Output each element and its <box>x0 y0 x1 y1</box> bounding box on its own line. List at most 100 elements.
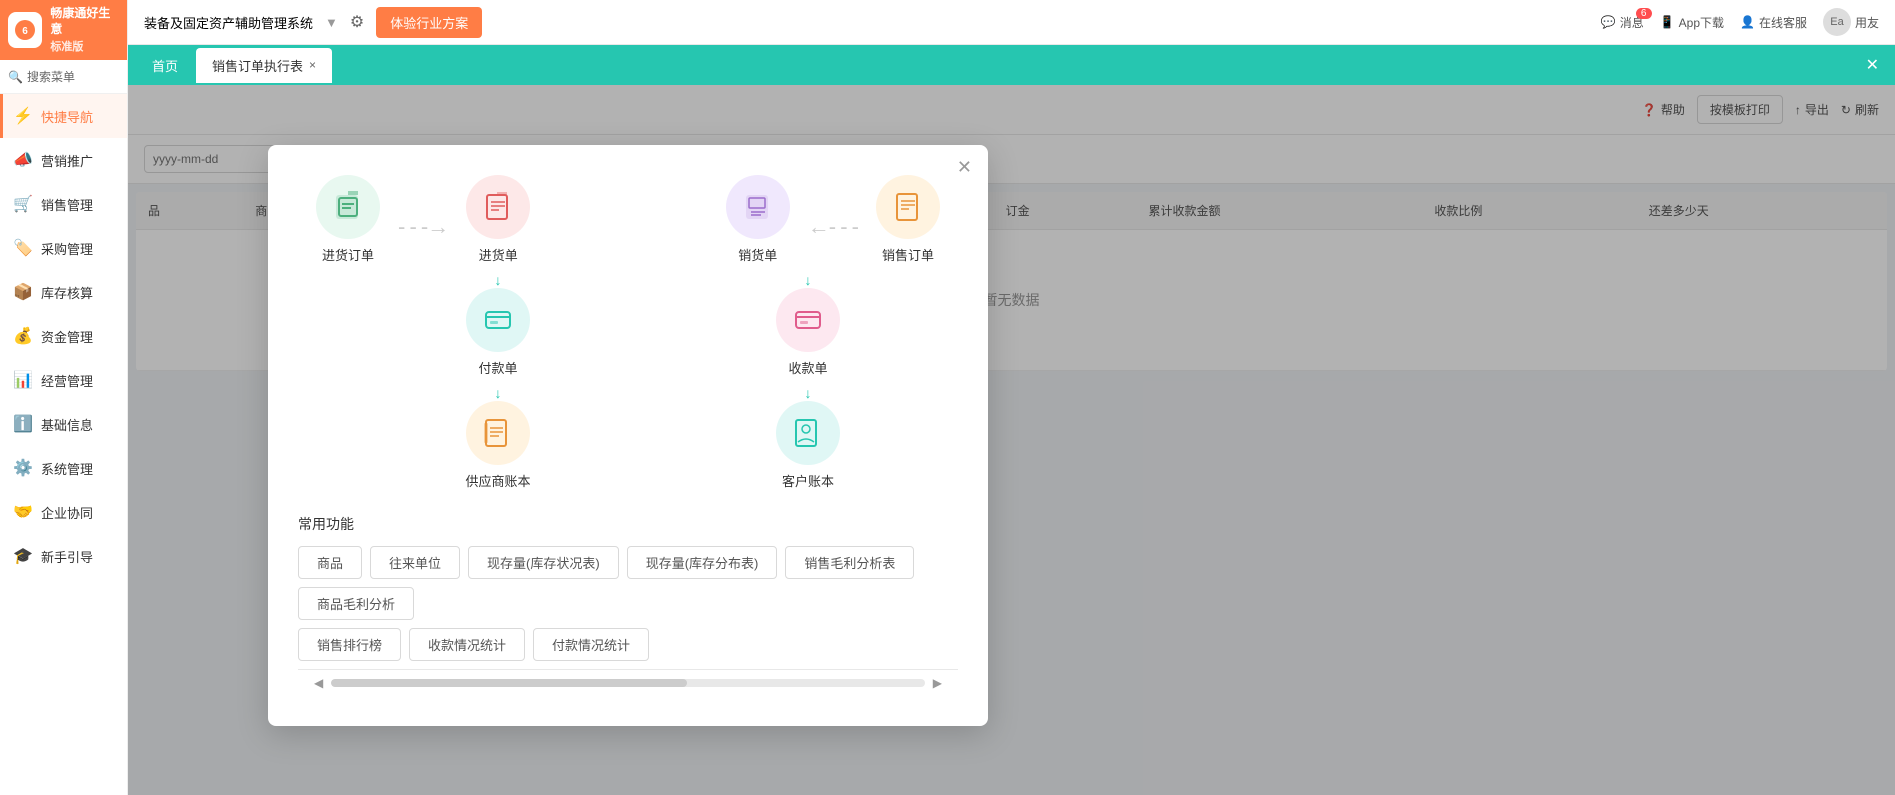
search-label: 搜索菜单 <box>27 68 75 85</box>
online-service-btn[interactable]: 👤 在线客服 <box>1740 14 1807 31</box>
online-service-label: 在线客服 <box>1759 14 1807 31</box>
modal-overlay[interactable]: ✕ 进货订单 <box>128 85 1895 795</box>
node-purchase-bill[interactable]: 进货单 <box>448 175 548 264</box>
receipt-bill-circle <box>776 288 840 352</box>
customer-ledger-circle <box>776 401 840 465</box>
sidebar-item-label: 销售管理 <box>41 195 93 214</box>
app-download-btn[interactable]: 📱 App下载 <box>1660 14 1724 31</box>
sidebar-item-label: 资金管理 <box>41 327 93 346</box>
sidebar-item-label: 快捷导航 <box>41 107 93 126</box>
scroll-thumb <box>331 679 687 687</box>
spacer-5 <box>858 288 958 377</box>
tab-home[interactable]: 首页 <box>136 48 194 83</box>
purchase-bill-circle <box>466 175 530 239</box>
modal-close-btn[interactable]: ✕ <box>957 157 972 178</box>
sidebar-item-label: 系统管理 <box>41 459 93 478</box>
purchase-icon: 🏷️ <box>13 238 33 258</box>
scroll-right-icon[interactable]: ▶ <box>933 676 942 690</box>
sales-order-circle <box>876 175 940 239</box>
sidebar-nav: ⚡ 快捷导航 📣 营销推广 🛒 销售管理 🏷️ 采购管理 📦 库存核算 💰 <box>0 94 127 795</box>
fn-btn-payment-stats[interactable]: 付款情况统计 <box>533 628 649 661</box>
sidebar-item-basic-info[interactable]: ℹ️ 基础信息 <box>0 402 127 446</box>
node-customer-ledger[interactable]: 客户账本 <box>758 401 858 490</box>
fn-btn-goods[interactable]: 商品 <box>298 546 362 579</box>
dropdown-icon[interactable]: ▼ <box>325 15 338 30</box>
scroll-left-icon[interactable]: ◀ <box>314 676 323 690</box>
payment-bill-label: 付款单 <box>478 358 517 377</box>
fn-btn-counterpart[interactable]: 往来单位 <box>370 546 460 579</box>
search-icon: 🔍 <box>8 70 23 84</box>
node-purchase-order[interactable]: 进货订单 <box>298 175 398 264</box>
sidebar-item-enterprise[interactable]: 🤝 企业协同 <box>0 490 127 534</box>
fn-btn-goods-margin[interactable]: 商品毛利分析 <box>298 587 414 620</box>
payment-bill-circle <box>466 288 530 352</box>
trial-button[interactable]: 体验行业方案 <box>376 7 482 38</box>
spacer-2 <box>548 272 758 288</box>
tab-sales-order-label: 销售订单执行表 <box>212 56 303 75</box>
tabbar: 首页 销售订单执行表 × ✕ <box>128 45 1895 85</box>
fn-btn-sales-margin[interactable]: 销售毛利分析表 <box>785 546 914 579</box>
sidebar-item-sales[interactable]: 🛒 销售管理 <box>0 182 127 226</box>
spacer-8 <box>548 401 758 490</box>
fn-btn-sales-rank[interactable]: 销售排行榜 <box>298 628 401 661</box>
inventory-icon: 📦 <box>13 282 33 302</box>
sidebar-item-marketing[interactable]: 📣 营销推广 <box>0 138 127 182</box>
sidebar-item-operations[interactable]: 📊 经营管理 <box>0 358 127 402</box>
fn-btn-receipt-stats[interactable]: 收款情况统计 <box>409 628 525 661</box>
sidebar-item-label: 基础信息 <box>41 415 93 434</box>
purchase-order-label: 进货订单 <box>322 245 374 264</box>
flow-modal: ✕ 进货订单 <box>268 145 988 726</box>
quick-nav-icon: ⚡ <box>13 106 33 126</box>
sidebar-item-purchase[interactable]: 🏷️ 采购管理 <box>0 226 127 270</box>
svg-text:6: 6 <box>22 26 28 37</box>
scroll-bar: ◀ ▶ <box>298 669 958 696</box>
node-sales-order[interactable]: 销售订单 <box>858 175 958 264</box>
arrow-down-receipt: ↓ <box>758 385 858 401</box>
sidebar-search[interactable]: 🔍 搜索菜单 <box>0 60 127 94</box>
spacer-4 <box>548 288 758 377</box>
node-supplier-ledger[interactable]: 供应商账本 <box>448 401 548 490</box>
spacer-7 <box>858 385 958 401</box>
sales-icon: 🛒 <box>13 194 33 214</box>
common-functions-section: 常用功能 商品 往来单位 现存量(库存状况表) 现存量(库存分布表) 销售毛利分… <box>298 514 958 661</box>
sidebar-item-system[interactable]: ⚙️ 系统管理 <box>0 446 127 490</box>
avatar-text: Ea <box>1830 16 1843 28</box>
content-area: ❓ 帮助 按模板打印 ↑ 导出 ↻ 刷新 <box>128 85 1895 795</box>
marketing-icon: 📣 <box>13 150 33 170</box>
sidebar-item-finance[interactable]: 💰 资金管理 <box>0 314 127 358</box>
settings-icon[interactable]: ⚙ <box>350 12 364 32</box>
system-name: 装备及固定资产辅助管理系统 <box>144 13 313 32</box>
user-info[interactable]: Ea 用友 <box>1823 8 1879 36</box>
download-icon: 📱 <box>1660 15 1675 29</box>
tab-close-icon[interactable]: × <box>309 58 316 72</box>
enterprise-icon: 🤝 <box>13 502 33 522</box>
flow-row-3: 供应商账本 客户账本 <box>298 401 958 490</box>
logo-sub: 标准版 <box>50 38 119 54</box>
tab-sales-order[interactable]: 销售订单执行表 × <box>196 48 332 83</box>
sidebar: 6 畅康通好生意 标准版 🔍 搜索菜单 ⚡ 快捷导航 📣 营销推广 🛒 <box>0 0 128 795</box>
node-sales-bill[interactable]: 销货单 <box>708 175 808 264</box>
sidebar-item-newbie[interactable]: 🎓 新手引导 <box>0 534 127 578</box>
sidebar-item-label: 新手引导 <box>41 547 93 566</box>
arrow-down-payment: ↓ <box>448 385 548 401</box>
sidebar-item-inventory[interactable]: 📦 库存核算 <box>0 270 127 314</box>
sidebar-item-label: 采购管理 <box>41 239 93 258</box>
operations-icon: 📊 <box>13 370 33 390</box>
topbar: 装备及固定资产辅助管理系统 ▼ ⚙ 体验行业方案 💬 消息 6 📱 App下载 … <box>128 0 1895 45</box>
down-arrow-receipt: ↓ <box>805 385 812 401</box>
message-btn[interactable]: 💬 消息 6 <box>1601 14 1644 31</box>
scroll-track <box>331 679 925 687</box>
node-payment-bill[interactable]: 付款单 <box>448 288 548 377</box>
tabbar-close-button[interactable]: ✕ <box>1858 51 1887 79</box>
system-icon: ⚙️ <box>13 458 33 478</box>
message-icon: 💬 <box>1601 15 1616 29</box>
fn-btn-stock-dist[interactable]: 现存量(库存分布表) <box>627 546 778 579</box>
flow-row-2: 付款单 收款单 <box>298 288 958 377</box>
sidebar-item-label: 营销推广 <box>41 151 93 170</box>
message-badge: 6 <box>1636 8 1652 19</box>
fn-btn-stock-status[interactable]: 现存量(库存状况表) <box>468 546 619 579</box>
newbie-icon: 🎓 <box>13 546 33 566</box>
sidebar-item-quick-nav[interactable]: ⚡ 快捷导航 <box>0 94 127 138</box>
function-btns-row2: 销售排行榜 收款情况统计 付款情况统计 <box>298 628 958 661</box>
node-receipt-bill[interactable]: 收款单 <box>758 288 858 377</box>
